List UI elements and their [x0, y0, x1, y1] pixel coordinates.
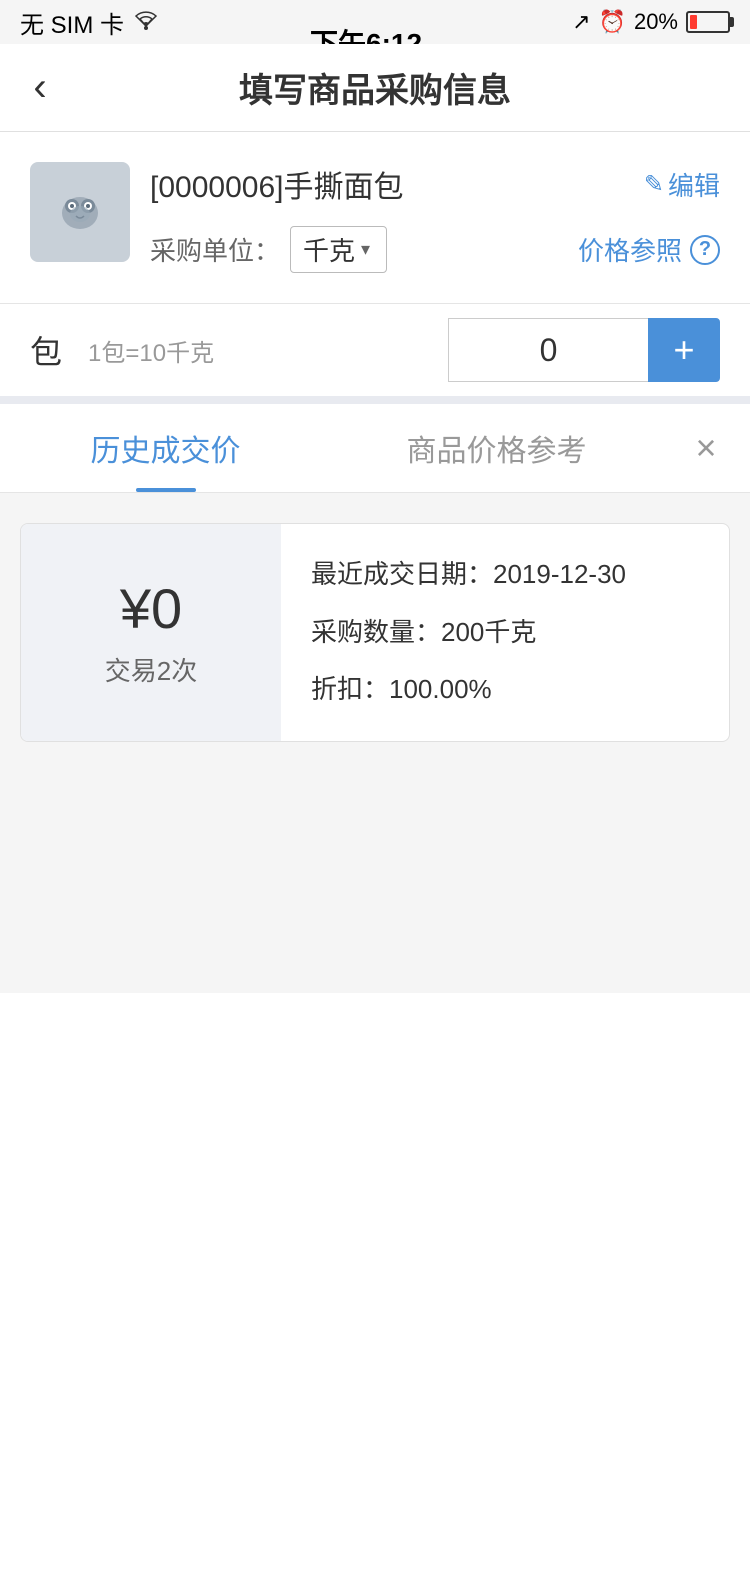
product-info: [0000006]手撕面包 ✎ 编辑 采购单位： 千克 ▾ 价格参照 ?: [150, 162, 720, 273]
quantity-display[interactable]: 0: [448, 318, 648, 382]
quantity-unit: 包: [30, 327, 62, 373]
quantity-section: 包 1包=10千克 0 +: [0, 304, 750, 404]
tab-history-price[interactable]: 历史成交价: [0, 404, 331, 492]
price-ref-label: 价格参照: [578, 231, 682, 268]
purchase-unit-left: 采购单位： 千克 ▾: [150, 226, 387, 273]
discount-label: 折扣：: [311, 674, 389, 704]
discount-row: 折扣：100.00%: [311, 669, 699, 711]
quantity-input-wrap: 0 +: [448, 318, 720, 382]
purchase-qty-value: 200千克: [441, 617, 536, 647]
dropdown-arrow-icon: ▾: [361, 239, 370, 260]
product-name: [0000006]手撕面包: [150, 162, 403, 206]
unit-value: 千克: [303, 231, 355, 268]
price-ref-button[interactable]: 价格参照 ?: [578, 231, 720, 268]
location-icon: ↗: [572, 9, 590, 35]
bottom-space: [0, 993, 750, 1593]
nav-bar: ‹ 填写商品采购信息: [0, 44, 750, 132]
history-card: ¥0 交易2次 最近成交日期：2019-12-30 采购数量：200千克 折扣：…: [20, 523, 730, 742]
price-symbol: ¥: [120, 577, 151, 640]
quantity-plus-button[interactable]: +: [648, 318, 720, 382]
tab-history-price-label: 历史成交价: [91, 426, 241, 470]
edit-button[interactable]: ✎ 编辑: [644, 166, 720, 203]
product-title-row: [0000006]手撕面包 ✎ 编辑: [150, 162, 720, 206]
page-title: 填写商品采购信息: [239, 63, 511, 112]
tab-price-reference-label: 商品价格参考: [407, 426, 587, 470]
history-price-summary: ¥0 交易2次: [21, 524, 281, 741]
alarm-icon: ⏰: [599, 9, 626, 35]
purchase-unit-row: 采购单位： 千克 ▾ 价格参照 ?: [150, 226, 720, 273]
product-thumbnail: [30, 162, 130, 262]
recent-date-value: 2019-12-30: [493, 559, 626, 589]
help-icon: ?: [690, 235, 720, 265]
history-details: 最近成交日期：2019-12-30 采购数量：200千克 折扣：100.00%: [281, 524, 729, 741]
unit-dropdown[interactable]: 千克 ▾: [290, 226, 387, 273]
content-area: ¥0 交易2次 最近成交日期：2019-12-30 采购数量：200千克 折扣：…: [0, 493, 750, 993]
status-left: 无 SIM 卡: [20, 5, 160, 40]
tab-price-reference[interactable]: 商品价格参考: [331, 404, 662, 492]
status-bar: 无 SIM 卡 下午6:12 ↗ ⏰ 20%: [0, 0, 750, 44]
close-icon: ×: [695, 427, 716, 469]
recent-date-label: 最近成交日期：: [311, 559, 493, 589]
discount-value: 100.00%: [389, 674, 492, 704]
battery-pct: 20%: [634, 9, 678, 35]
history-price-display: ¥0: [120, 576, 182, 641]
recent-date-row: 最近成交日期：2019-12-30: [311, 554, 699, 596]
tab-section: 历史成交价 商品价格参考 ×: [0, 404, 750, 493]
carrier-text: 无 SIM 卡: [20, 5, 124, 40]
status-right: ↗ ⏰ 20%: [572, 9, 730, 35]
edit-label: 编辑: [668, 166, 720, 203]
product-card: [0000006]手撕面包 ✎ 编辑 采购单位： 千克 ▾ 价格参照 ?: [0, 132, 750, 304]
unit-label: 采购单位：: [150, 231, 280, 268]
battery-icon: [686, 11, 730, 33]
product-thumb-icon: [50, 178, 110, 247]
edit-icon: ✎: [644, 170, 664, 199]
purchase-qty-row: 采购数量：200千克: [311, 612, 699, 654]
history-trade-count: 交易2次: [105, 651, 197, 688]
wifi-icon: [132, 8, 160, 37]
price-value: 0: [151, 577, 182, 640]
tab-bar: 历史成交价 商品价格参考 ×: [0, 404, 750, 492]
tab-close-button[interactable]: ×: [662, 404, 750, 492]
back-button[interactable]: ‹: [0, 44, 80, 132]
purchase-qty-label: 采购数量：: [311, 617, 441, 647]
unit-conversion: 1包=10千克: [88, 333, 214, 368]
back-icon: ‹: [33, 65, 46, 110]
